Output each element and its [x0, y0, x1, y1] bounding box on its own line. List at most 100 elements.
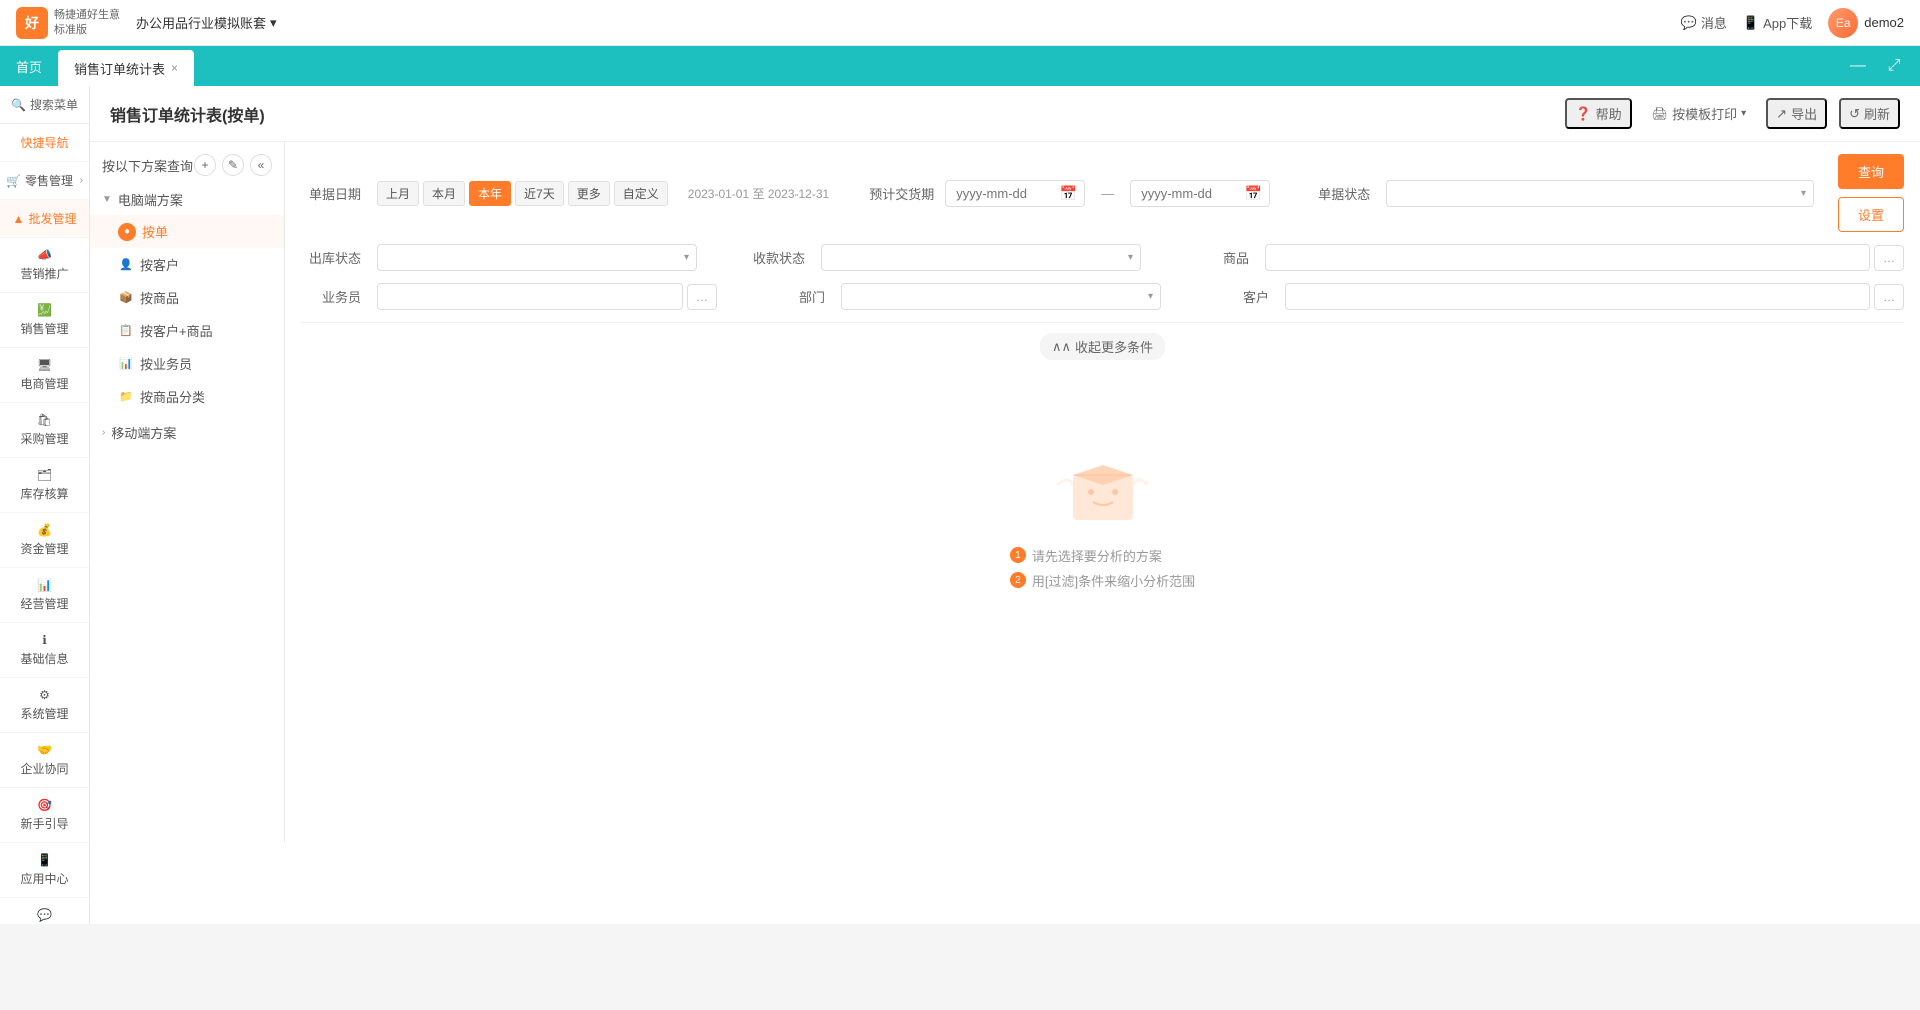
- sidebar-item-retail[interactable]: 🛒 零售管理 ›: [0, 162, 89, 200]
- download-icon: 📱: [1743, 15, 1759, 31]
- scheme-group-pc: ▼ 电脑端方案 ● 按单 👤 按客户: [90, 184, 284, 413]
- appstore-icon: 📱: [37, 853, 52, 867]
- product-input[interactable]: [1265, 244, 1870, 271]
- sidebar-item-wholesale[interactable]: ▲ 批发管理: [0, 200, 89, 238]
- app-download-btn[interactable]: 📱 App下载: [1743, 13, 1812, 32]
- sidebar-quick-nav[interactable]: 快捷导航: [0, 124, 89, 162]
- sidebar-item-ecommerce[interactable]: 🖥 电商管理: [0, 348, 89, 403]
- operation-icon: 📊: [37, 578, 52, 592]
- wechat-icon: 💬: [37, 908, 52, 922]
- basic-icon: ℹ: [42, 633, 47, 647]
- date-btn-last-month[interactable]: 上月: [377, 181, 419, 206]
- collapse-icon: «: [258, 158, 265, 172]
- sidebar-item-appstore[interactable]: 📱 应用中心: [0, 843, 89, 898]
- sidebar-item-operation[interactable]: 📊 经营管理: [0, 568, 89, 623]
- empty-illustration: [1053, 430, 1153, 530]
- scheme-item-by-product-category[interactable]: 📁 按商品分类: [90, 380, 284, 413]
- filter-area: 单据日期 上月 本月 本年 近7天 更多 自定义 2023-01-01 至 20…: [285, 142, 1920, 842]
- scheme-panel: 按以下方案查询 + ✎ «: [90, 142, 285, 842]
- message-btn[interactable]: 💬 消息: [1681, 13, 1727, 32]
- department-select[interactable]: [841, 283, 1161, 310]
- tab-active[interactable]: 销售订单统计表 ×: [58, 50, 194, 86]
- date-from-wrapper: 📅: [945, 180, 1085, 207]
- status-select[interactable]: [1386, 180, 1814, 207]
- sidebar-item-wechat[interactable]: 💬 企业微信: [0, 898, 89, 924]
- scheme-edit-btn[interactable]: ✎: [222, 154, 244, 176]
- inventory-icon: 🗂: [37, 468, 52, 482]
- sidebar-item-system[interactable]: ⚙ 系统管理: [0, 678, 89, 733]
- maximize-btn[interactable]: ⤢: [1880, 52, 1908, 80]
- salesperson-label: 业务员: [301, 287, 361, 306]
- customer-input-area: …: [1285, 283, 1904, 310]
- main-content: 按以下方案查询 + ✎ «: [90, 142, 1920, 842]
- user-area[interactable]: Ea demo2: [1828, 8, 1904, 38]
- sidebar-item-purchase[interactable]: 🛍 采购管理: [0, 403, 89, 458]
- delivery-label: 出库状态: [301, 248, 361, 267]
- department-select-wrapper: ▾: [841, 283, 1161, 310]
- date-btn-this-month[interactable]: 本月: [423, 181, 465, 206]
- empty-tips: 1 请先选择要分析的方案 2 用[过滤]条件来缩小分析范围: [1010, 546, 1195, 596]
- date-label: 单据日期: [301, 184, 361, 203]
- tab-close-icon[interactable]: ×: [171, 61, 178, 75]
- scheme-group-pc-title[interactable]: ▼ 电脑端方案: [90, 184, 284, 215]
- payment-select[interactable]: [821, 244, 1141, 271]
- print-btn[interactable]: 🖨 按模板打印 ▾: [1644, 100, 1755, 127]
- scheme-item-by-product[interactable]: 📦 按商品: [90, 281, 284, 314]
- tip-num-2: 2: [1010, 572, 1026, 588]
- customer-dots-btn[interactable]: …: [1874, 284, 1904, 310]
- collapse-btn[interactable]: ∧∧ 收起更多条件: [1040, 333, 1165, 360]
- top-bar: 好 畅捷通好生意 标准版 办公用品行业模拟账套 ▾ 💬 消息 📱 App下载 E…: [0, 0, 1920, 46]
- content-area: 销售订单统计表(按单) ❓ 帮助 🖨 按模板打印 ▾ ↗ 导出: [90, 86, 1920, 924]
- scheme-item-by-order[interactable]: ● 按单: [90, 215, 284, 248]
- scheme-item-by-customer[interactable]: 👤 按客户: [90, 248, 284, 281]
- settings-btn[interactable]: 设置: [1838, 197, 1904, 232]
- scheme-group-mobile-title[interactable]: › 移动端方案: [90, 417, 284, 448]
- scheme-add-btn[interactable]: +: [194, 154, 216, 176]
- help-btn[interactable]: ❓ 帮助: [1565, 98, 1631, 129]
- date-btn-more[interactable]: 更多: [568, 181, 610, 206]
- salesperson-dots-btn[interactable]: …: [687, 284, 717, 310]
- delivery-select[interactable]: [377, 244, 697, 271]
- date-btn-custom[interactable]: 自定义: [614, 181, 668, 206]
- query-btn[interactable]: 查询: [1838, 154, 1904, 189]
- date-btn-7days[interactable]: 近7天: [515, 181, 564, 206]
- ecommerce-icon: 🖥: [37, 358, 52, 372]
- salesperson-icon: 📊: [118, 356, 134, 372]
- customer-icon: 👤: [118, 257, 134, 273]
- enterprise-icon: 🤝: [37, 743, 52, 757]
- payment-label: 收款状态: [745, 248, 805, 267]
- date-dash: —: [1101, 186, 1114, 201]
- empty-tip-2: 2 用[过滤]条件来缩小分析范围: [1010, 571, 1195, 590]
- sidebar-item-marketing[interactable]: 📣 营销推广: [0, 238, 89, 293]
- refresh-btn[interactable]: ↺ 刷新: [1839, 98, 1900, 129]
- category-icon: 📁: [118, 389, 134, 405]
- product-icon: 📦: [118, 290, 134, 306]
- filter-row-1: 单据日期 上月 本月 本年 近7天 更多 自定义 2023-01-01 至 20…: [301, 154, 1904, 232]
- tab-bar-actions: — ⤢: [1844, 52, 1920, 80]
- date-btn-this-year[interactable]: 本年: [469, 181, 511, 206]
- scheme-item-by-salesperson[interactable]: 📊 按业务员: [90, 347, 284, 380]
- tab-home[interactable]: 首页: [0, 46, 58, 86]
- sidebar-item-enterprise[interactable]: 🤝 企业协同: [0, 733, 89, 788]
- sidebar-item-basic[interactable]: ℹ 基础信息: [0, 623, 89, 678]
- avatar: Ea: [1828, 8, 1858, 38]
- salesperson-input[interactable]: [377, 283, 683, 310]
- scheme-item-by-customer-product[interactable]: 📋 按客户+商品: [90, 314, 284, 347]
- date-to-wrapper: 📅: [1130, 180, 1270, 207]
- product-dots-btn[interactable]: …: [1874, 245, 1904, 271]
- app-selector[interactable]: 办公用品行业模拟账套 ▾: [128, 9, 285, 36]
- sidebar-item-sales[interactable]: 💹 销售管理: [0, 293, 89, 348]
- minimize-btn[interactable]: —: [1844, 52, 1872, 80]
- sidebar-item-inventory[interactable]: 🗂 库存核算: [0, 458, 89, 513]
- export-icon: ↗: [1776, 106, 1787, 122]
- filter-row-3: 业务员 … 部门 ▾ 客户: [301, 283, 1904, 310]
- sidebar-search[interactable]: 🔍 搜索菜单: [0, 86, 89, 124]
- page-header: 销售订单统计表(按单) ❓ 帮助 🖨 按模板打印 ▾ ↗ 导出: [90, 86, 1920, 142]
- sidebar-item-newbie[interactable]: 🎯 新手引导: [0, 788, 89, 843]
- newbie-icon: 🎯: [37, 798, 52, 812]
- scheme-collapse-btn[interactable]: «: [250, 154, 272, 176]
- logo: 好 畅捷通好生意 标准版: [16, 7, 120, 39]
- customer-input[interactable]: [1285, 283, 1870, 310]
- export-btn[interactable]: ↗ 导出: [1766, 98, 1827, 129]
- sidebar-item-finance[interactable]: 💰 资金管理: [0, 513, 89, 568]
